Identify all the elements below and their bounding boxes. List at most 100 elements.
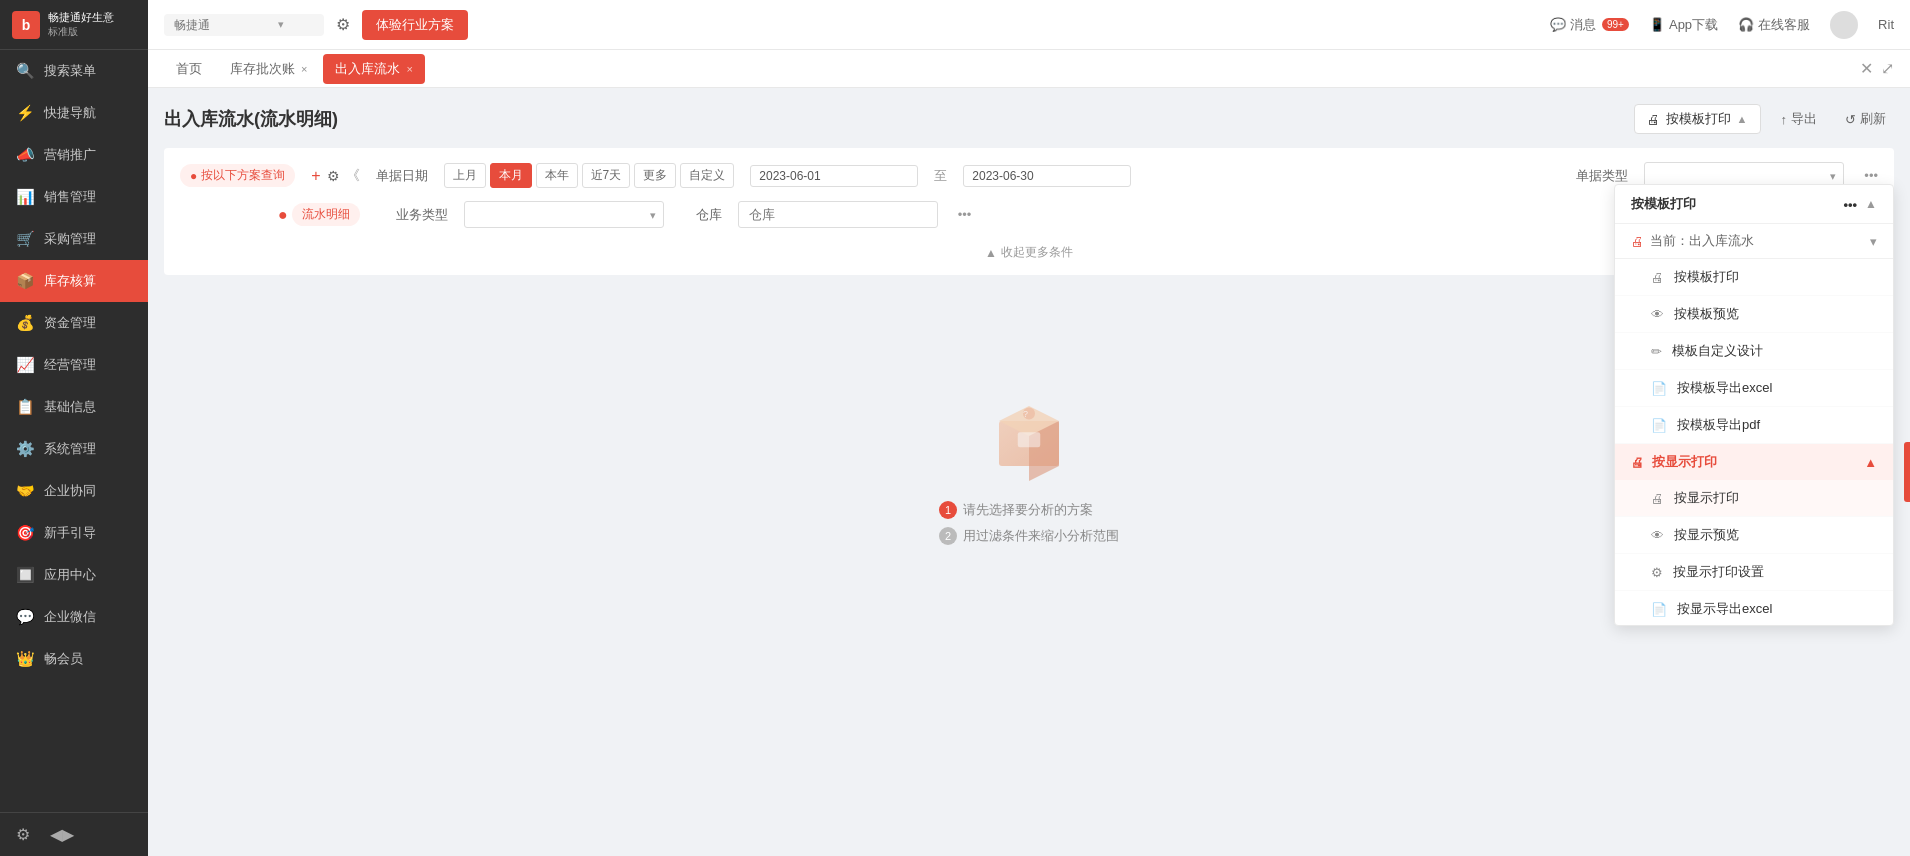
maximize-icon[interactable]: ⤢: [1881, 59, 1894, 78]
member-icon: 👑: [16, 650, 34, 668]
template-excel-icon: 📄: [1651, 381, 1667, 396]
sidebar-item-label: 库存核算: [44, 272, 96, 290]
inventory-icon: 📦: [16, 272, 34, 290]
export-button[interactable]: ↑ 导出: [1773, 106, 1826, 132]
sidebar-item-basic[interactable]: 📋 基础信息: [0, 386, 148, 428]
display-preview-icon: 👁: [1651, 528, 1664, 543]
filter-settings-icon[interactable]: ⚙: [327, 168, 340, 184]
tip-text-2: 用过滤条件来缩小分析范围: [963, 527, 1119, 545]
dropdown-item-template-excel[interactable]: 📄 按模板导出excel: [1615, 370, 1893, 407]
sidebar-item-shortcut[interactable]: ⚡ 快捷导航: [0, 92, 148, 134]
template-excel-label: 按模板导出excel: [1677, 379, 1772, 397]
dropdown-item-display-excel[interactable]: 📄 按显示导出excel: [1615, 591, 1893, 625]
dropdown-display-section-header[interactable]: 🖨 按显示打印 ▲: [1615, 444, 1893, 480]
filter-date-last-month[interactable]: 上月: [444, 163, 486, 188]
search-input[interactable]: [174, 18, 274, 32]
sidebar-item-purchase[interactable]: 🛒 采购管理: [0, 218, 148, 260]
sidebar-item-finance[interactable]: 💰 资金管理: [0, 302, 148, 344]
filter-date-group: 上月 本月 本年 近7天 更多 自定义: [444, 163, 735, 188]
page-title: 出入库流水(流水明细): [164, 107, 338, 131]
search-dropdown-icon[interactable]: ▾: [278, 18, 284, 31]
filter-date-this-year[interactable]: 本年: [536, 163, 578, 188]
dropdown-more-icon[interactable]: •••: [1843, 197, 1857, 212]
finance-icon: 💰: [16, 314, 34, 332]
restore-icon[interactable]: ✕: [1860, 59, 1873, 78]
dropdown-item-template-preview[interactable]: 👁 按模板预览: [1615, 296, 1893, 333]
sidebar-item-search[interactable]: 🔍 搜索菜单: [0, 50, 148, 92]
dropdown-current-row: 🖨 当前：出入库流水 ▾: [1615, 224, 1893, 259]
trial-button[interactable]: 体验行业方案: [362, 10, 468, 40]
sidebar-item-label: 应用中心: [44, 566, 96, 584]
guide-icon: 🎯: [16, 524, 34, 542]
filter-date-to[interactable]: [963, 165, 1131, 187]
filter-date-this-month[interactable]: 本月: [490, 163, 532, 188]
tab-flow[interactable]: 出入库流水 ×: [323, 54, 424, 84]
tip-num-1: 1: [939, 501, 957, 519]
tabs-window-controls: ✕ ⤢: [1860, 59, 1894, 78]
sidebar-item-inventory[interactable]: 📦 库存核算: [0, 260, 148, 302]
sidebar-item-appcenter[interactable]: 🔲 应用中心: [0, 554, 148, 596]
dropdown-item-display-settings[interactable]: ⚙ 按显示打印设置: [1615, 554, 1893, 591]
dropdown-item-display-preview[interactable]: 👁 按显示预览: [1615, 517, 1893, 554]
template-custom-icon: ✏: [1651, 344, 1662, 359]
filter-date-custom[interactable]: 自定义: [680, 163, 734, 188]
svg-rect-3: [1018, 432, 1041, 447]
empty-tips: 1 请先选择要分析的方案 2 用过滤条件来缩小分析范围: [939, 501, 1119, 553]
topbar-gear-icon[interactable]: ⚙: [336, 15, 350, 34]
tab-flow-close[interactable]: ×: [406, 63, 412, 75]
filter-date-from[interactable]: [750, 165, 918, 187]
message-button[interactable]: 💬 消息 99+: [1550, 16, 1629, 34]
username-label: Rit: [1878, 17, 1894, 32]
refresh-button[interactable]: ↺ 刷新: [1837, 106, 1894, 132]
business-type-select[interactable]: [464, 201, 664, 228]
sidebar-toggle-icon[interactable]: ◀▶: [50, 825, 74, 844]
collapse-button[interactable]: ▲ 收起更多条件: [985, 244, 1073, 261]
template-print-button[interactable]: 🖨 按模板打印 ▲: [1634, 104, 1761, 134]
online-service-button[interactable]: 🎧 在线客服: [1738, 16, 1810, 34]
dropdown-header-actions: ••• ▲: [1843, 197, 1877, 212]
page-title-row: 出入库流水(流水明细) 🖨 按模板打印 ▲ ↑ 导出 ↺ 刷新: [164, 104, 1894, 134]
app-download-button[interactable]: 📱 App下载: [1649, 16, 1718, 34]
filter-date-more[interactable]: 更多: [634, 163, 676, 188]
warehouse-input[interactable]: [738, 201, 938, 228]
dropdown-item-template-pdf[interactable]: 📄 按模板导出pdf: [1615, 407, 1893, 444]
appcenter-icon: 🔲: [16, 566, 34, 584]
filter-date-7days[interactable]: 近7天: [582, 163, 631, 188]
sidebar-item-collab[interactable]: 🤝 企业协同: [0, 470, 148, 512]
sales-icon: 📊: [16, 188, 34, 206]
avatar[interactable]: [1830, 11, 1858, 39]
doc-type-more-icon[interactable]: •••: [1864, 168, 1878, 183]
filter-date-label: 单据日期: [376, 167, 428, 185]
warehouse-more-icon[interactable]: •••: [958, 207, 972, 222]
dropdown-current-label: 当前：出入库流水: [1650, 232, 1754, 250]
template-pdf-icon: 📄: [1651, 418, 1667, 433]
sidebar-item-operation[interactable]: 📈 经营管理: [0, 344, 148, 386]
page-area: 出入库流水(流水明细) 🖨 按模板打印 ▲ ↑ 导出 ↺ 刷新: [148, 88, 1910, 856]
display-print-icon: 🖨: [1651, 491, 1664, 506]
filter-add-button[interactable]: +: [311, 167, 320, 185]
sidebar-item-sales[interactable]: 📊 销售管理: [0, 176, 148, 218]
dropdown-current-chevron[interactable]: ▾: [1870, 234, 1877, 249]
dropdown-item-display-print[interactable]: 🖨 按显示打印: [1615, 480, 1893, 517]
sidebar-item-label: 资金管理: [44, 314, 96, 332]
dropdown-item-template-custom[interactable]: ✏ 模板自定义设计: [1615, 333, 1893, 370]
tab-batch[interactable]: 库存批次账 ×: [218, 54, 319, 84]
sidebar-item-label: 经营管理: [44, 356, 96, 374]
filter-collapse-icon[interactable]: 《: [346, 167, 360, 185]
sidebar-item-member[interactable]: 👑 畅会员: [0, 638, 148, 680]
tab-batch-close[interactable]: ×: [301, 63, 307, 75]
sidebar-item-marketing[interactable]: 📣 营销推广: [0, 134, 148, 176]
service-label: 在线客服: [1758, 16, 1810, 34]
filter-tag-icon: ●: [278, 206, 288, 224]
dropdown-up-icon[interactable]: ▲: [1865, 197, 1877, 211]
sidebar-item-wechat[interactable]: 💬 企业微信: [0, 596, 148, 638]
tab-home[interactable]: 首页: [164, 54, 214, 84]
sidebar-item-guide[interactable]: 🎯 新手引导: [0, 512, 148, 554]
topbar-search-box[interactable]: ▾: [164, 14, 324, 36]
display-section-chevron[interactable]: ▲: [1864, 455, 1877, 470]
sidebar-settings-icon[interactable]: ⚙: [16, 825, 30, 844]
sidebar-item-system[interactable]: ⚙️ 系统管理: [0, 428, 148, 470]
dropdown-item-template-print[interactable]: 🖨 按模板打印: [1615, 259, 1893, 296]
sidebar: b 畅捷通好生意 标准版 🔍 搜索菜单 ⚡ 快捷导航 📣 营销推广 📊 销售管理…: [0, 0, 148, 856]
sidebar-footer: ⚙ ◀▶: [0, 812, 148, 856]
